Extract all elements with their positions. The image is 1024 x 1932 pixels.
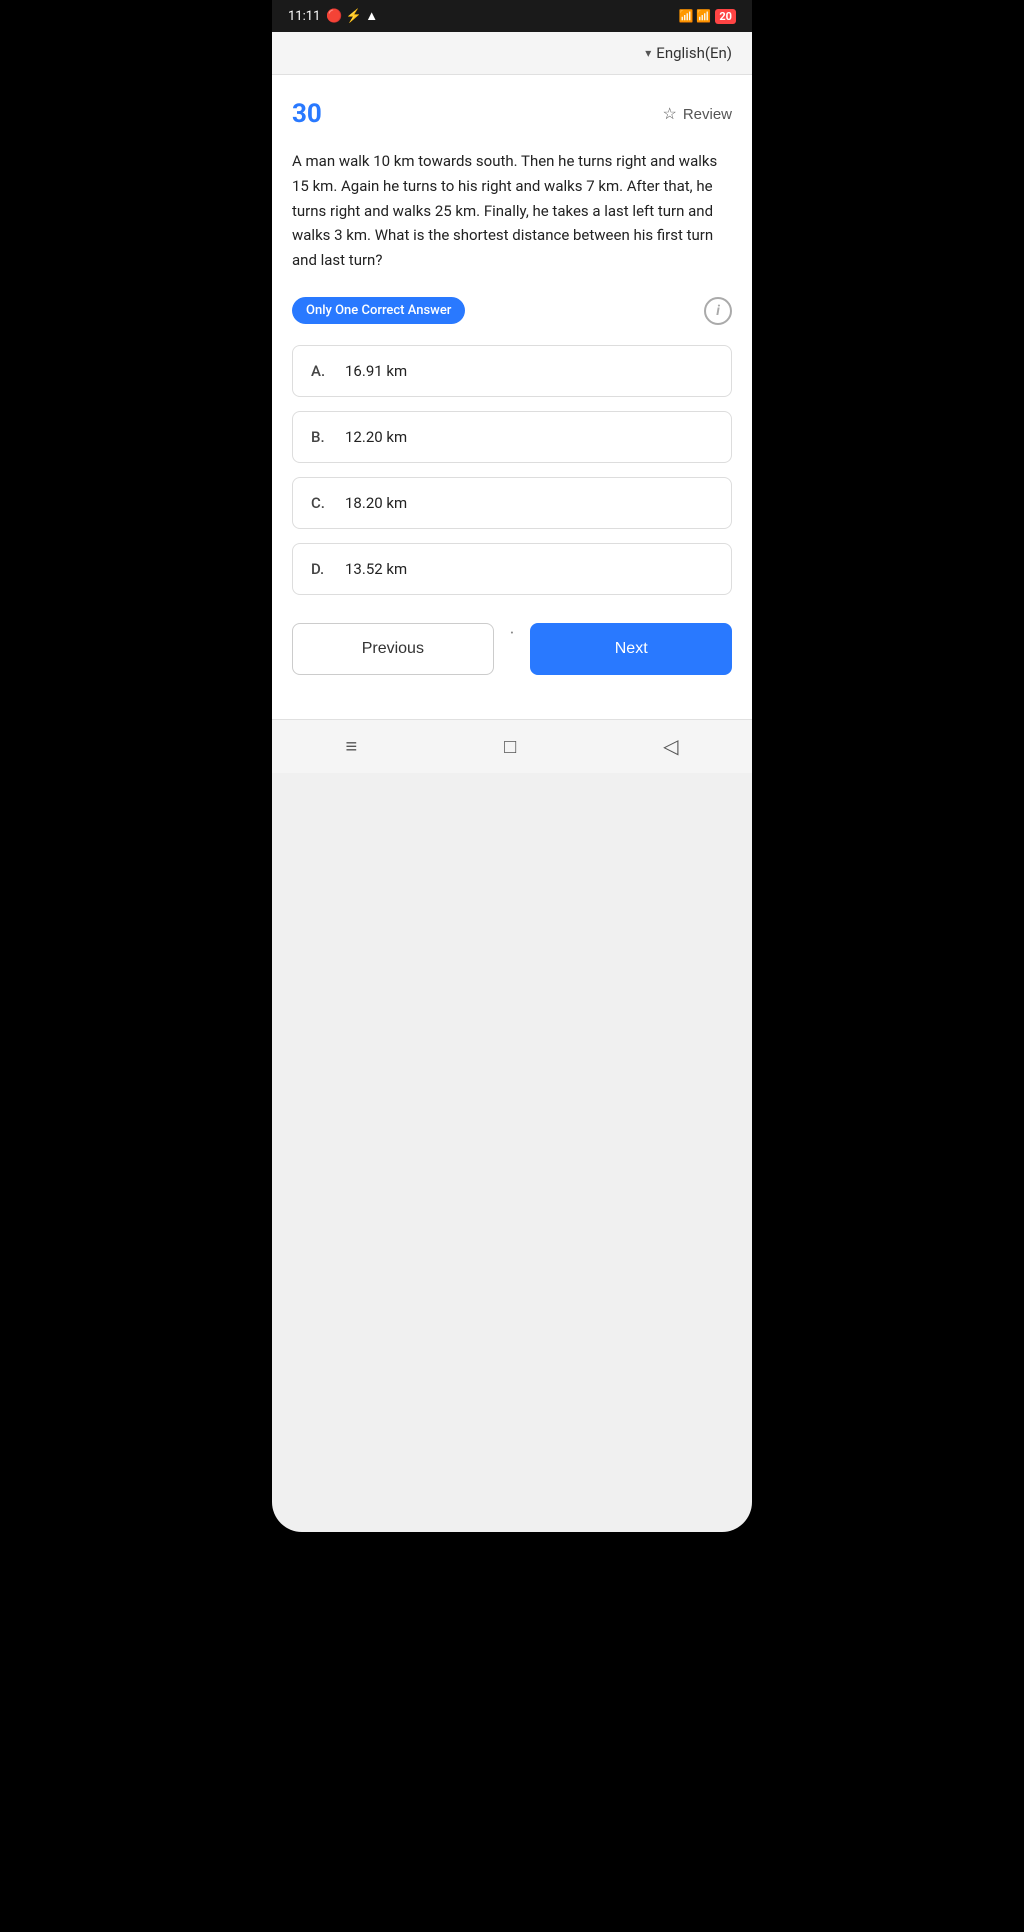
- language-label: English(En): [656, 44, 732, 62]
- option-c-text: 18.20 km: [345, 494, 407, 512]
- dot-separator: ·: [510, 623, 515, 675]
- option-a[interactable]: A. 16.91 km: [292, 345, 732, 397]
- option-b-letter: B.: [311, 428, 331, 446]
- option-d-letter: D.: [311, 560, 331, 578]
- star-icon: ☆: [662, 104, 676, 124]
- review-label: Review: [683, 106, 732, 123]
- top-bar: ▾ English(En): [272, 32, 752, 75]
- battery-badge: 20: [715, 9, 736, 24]
- next-button[interactable]: Next: [530, 623, 732, 675]
- bottom-nav: ≡ □ ◁: [272, 719, 752, 773]
- chevron-down-icon: ▾: [645, 46, 651, 60]
- options-list: A. 16.91 km B. 12.20 km C. 18.20 km D. 1…: [292, 345, 732, 595]
- question-header: 30 ☆ Review: [292, 99, 732, 129]
- language-selector[interactable]: ▾ English(En): [645, 44, 732, 62]
- time-display: 11:11: [288, 9, 320, 24]
- status-right: 📶 📶 20: [679, 9, 736, 24]
- content-area: 30 ☆ Review A man walk 10 km towards sou…: [272, 75, 752, 719]
- option-b-text: 12.20 km: [345, 428, 407, 446]
- option-d-text: 13.52 km: [345, 560, 407, 578]
- previous-button[interactable]: Previous: [292, 623, 494, 675]
- answer-type-row: Only One Correct Answer i: [292, 297, 732, 325]
- status-left: 11:11 🔴 ⚡ ▲: [288, 8, 378, 24]
- below-phone-space: [272, 1532, 752, 1932]
- back-icon[interactable]: ◁: [663, 734, 678, 758]
- status-bar: 11:11 🔴 ⚡ ▲ 📶 📶 20: [272, 0, 752, 32]
- signal-icons: 📶 📶: [679, 9, 712, 23]
- option-a-letter: A.: [311, 362, 331, 380]
- option-c-letter: C.: [311, 494, 331, 512]
- info-icon[interactable]: i: [704, 297, 732, 325]
- answer-type-badge: Only One Correct Answer: [292, 297, 465, 324]
- option-a-text: 16.91 km: [345, 362, 407, 380]
- menu-icon[interactable]: ≡: [345, 734, 357, 759]
- option-b[interactable]: B. 12.20 km: [292, 411, 732, 463]
- option-d[interactable]: D. 13.52 km: [292, 543, 732, 595]
- question-text: A man walk 10 km towards south. Then he …: [292, 149, 732, 273]
- home-icon[interactable]: □: [504, 734, 516, 759]
- notification-icons: 🔴 ⚡ ▲: [326, 8, 378, 24]
- review-button[interactable]: ☆ Review: [662, 104, 732, 124]
- screen: ▾ English(En) 30 ☆ Review A man walk 10 …: [272, 32, 752, 1532]
- option-c[interactable]: C. 18.20 km: [292, 477, 732, 529]
- question-number: 30: [292, 99, 322, 129]
- nav-buttons: Previous · Next: [292, 623, 732, 675]
